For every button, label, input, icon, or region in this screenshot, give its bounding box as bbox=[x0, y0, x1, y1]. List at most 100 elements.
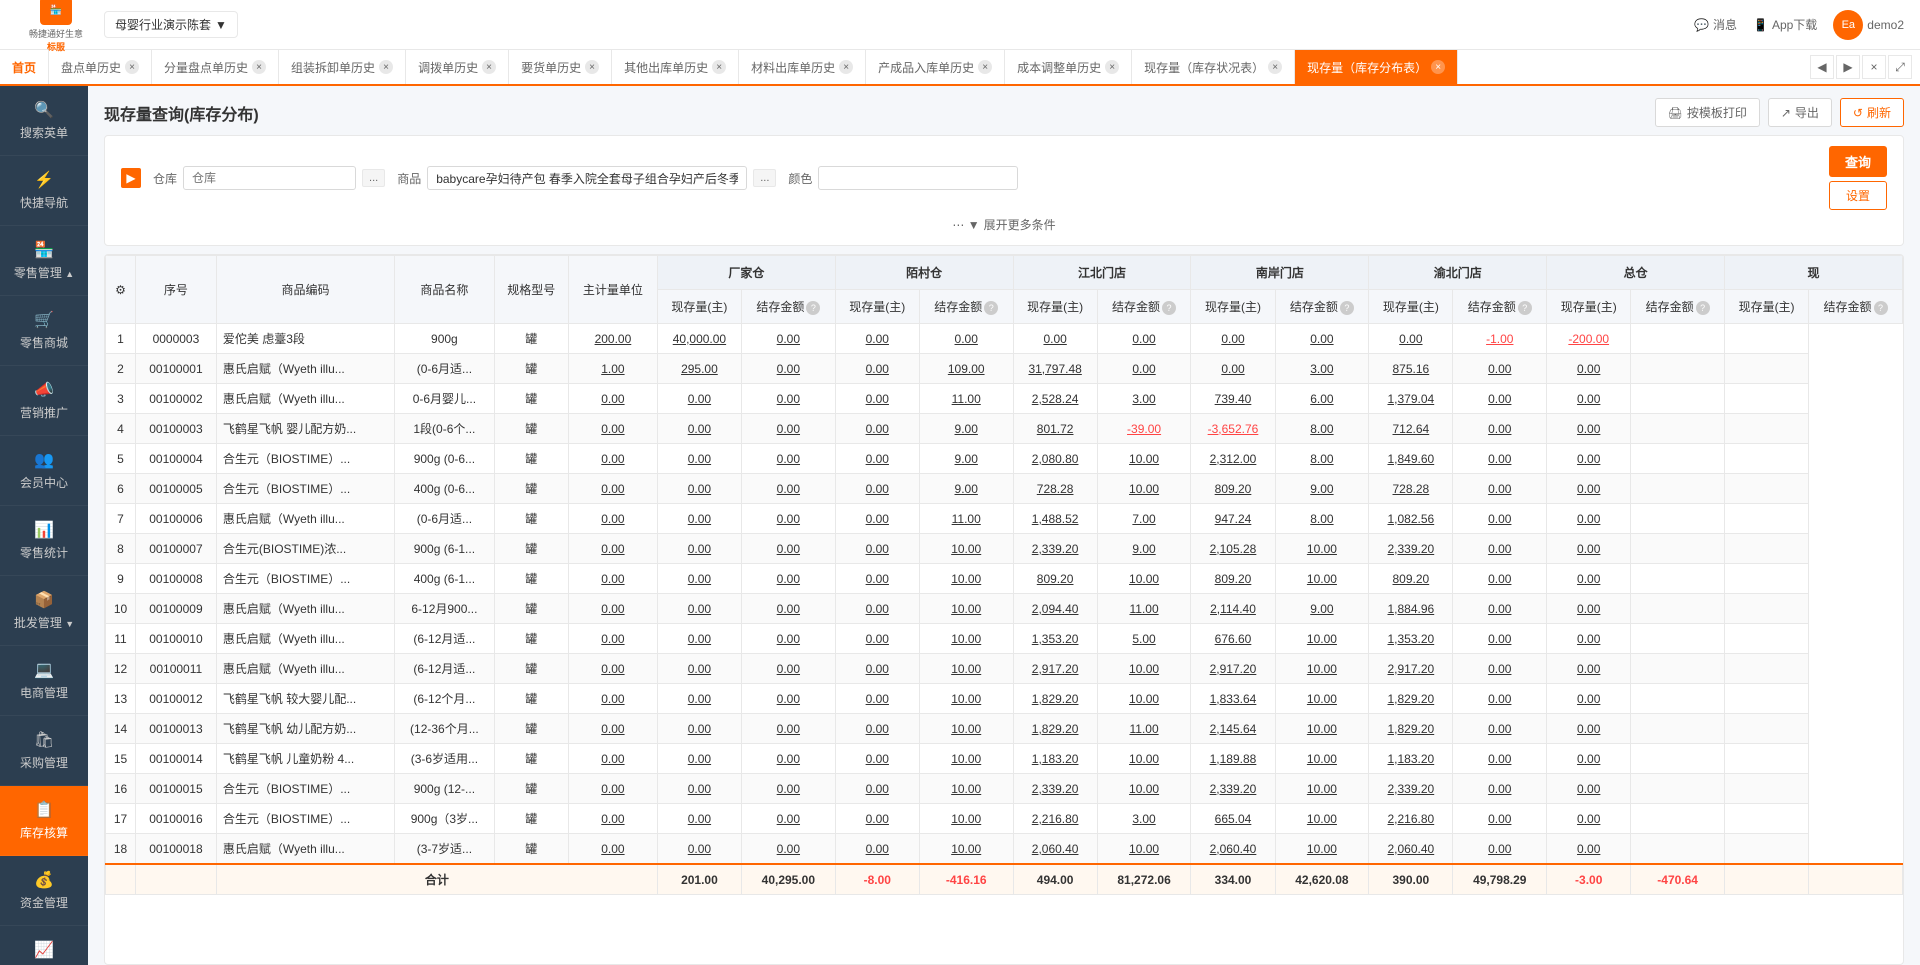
sidebar-item-retail-mall[interactable]: 🛒 零售商城 bbox=[0, 296, 88, 366]
table-cell[interactable]: 3.00 bbox=[1097, 384, 1191, 414]
table-cell[interactable]: 1,353.20 bbox=[1013, 624, 1097, 654]
industry-selector[interactable]: 母婴行业演示陈套 ▼ bbox=[104, 11, 238, 38]
warehouse-input[interactable] bbox=[183, 166, 356, 190]
table-cell[interactable]: 0.00 bbox=[568, 474, 657, 504]
table-cell[interactable]: 2,528.24 bbox=[1013, 384, 1097, 414]
table-cell[interactable]: 10.00 bbox=[919, 594, 1013, 624]
table-cell[interactable]: 1,189.88 bbox=[1191, 744, 1275, 774]
table-cell[interactable]: 0.00 bbox=[568, 654, 657, 684]
table-cell[interactable]: 8.00 bbox=[1275, 504, 1369, 534]
table-cell[interactable]: 0.00 bbox=[568, 384, 657, 414]
table-cell[interactable]: 10.00 bbox=[1097, 744, 1191, 774]
table-cell[interactable]: 1,829.20 bbox=[1013, 684, 1097, 714]
table-cell[interactable]: 2,917.20 bbox=[1369, 654, 1453, 684]
table-cell[interactable]: 0.00 bbox=[568, 564, 657, 594]
table-cell[interactable]: 0.00 bbox=[1013, 324, 1097, 354]
nav-close-btn[interactable]: × bbox=[1862, 55, 1886, 79]
sidebar-item-search[interactable]: 🔍 搜索英单 bbox=[0, 86, 88, 156]
table-cell[interactable]: 676.60 bbox=[1191, 624, 1275, 654]
table-cell[interactable]: 1,829.20 bbox=[1013, 714, 1097, 744]
user-area[interactable]: Ea demo2 bbox=[1833, 10, 1904, 40]
table-cell[interactable]: 2,339.20 bbox=[1013, 774, 1097, 804]
table-cell[interactable]: 0.00 bbox=[1453, 534, 1547, 564]
table-cell[interactable]: 2,216.80 bbox=[1369, 804, 1453, 834]
table-cell[interactable]: 0.00 bbox=[1097, 354, 1191, 384]
info-icon[interactable]: ? bbox=[1874, 301, 1888, 315]
table-cell[interactable]: 0.00 bbox=[568, 594, 657, 624]
table-cell[interactable]: 10.00 bbox=[1097, 684, 1191, 714]
filter-collapse-btn[interactable]: ▶ bbox=[121, 168, 141, 188]
sidebar-item-wholesale[interactable]: 📦 批发管理 ▼ bbox=[0, 576, 88, 646]
table-cell[interactable]: 10.00 bbox=[1097, 444, 1191, 474]
table-cell[interactable]: 10.00 bbox=[1275, 684, 1369, 714]
warehouse-select-btn[interactable]: ... bbox=[362, 169, 385, 187]
nav-prev-btn[interactable]: ◀ bbox=[1810, 55, 1834, 79]
table-cell[interactable]: 0.00 bbox=[835, 534, 919, 564]
table-cell[interactable]: 0.00 bbox=[741, 354, 835, 384]
table-cell[interactable]: 0.00 bbox=[568, 684, 657, 714]
table-cell[interactable]: 10.00 bbox=[1097, 774, 1191, 804]
table-cell[interactable]: 809.20 bbox=[1013, 564, 1097, 594]
table-cell[interactable]: 665.04 bbox=[1191, 804, 1275, 834]
query-button[interactable]: 查询 bbox=[1829, 146, 1887, 177]
table-cell[interactable]: 0.00 bbox=[568, 804, 657, 834]
sidebar-item-marketing[interactable]: 📣 营销推广 bbox=[0, 366, 88, 436]
table-cell[interactable]: 1,183.20 bbox=[1013, 744, 1097, 774]
table-cell[interactable]: 2,339.20 bbox=[1191, 774, 1275, 804]
table-cell[interactable]: 2,339.20 bbox=[1369, 774, 1453, 804]
table-cell[interactable]: 0.00 bbox=[741, 324, 835, 354]
sidebar-item-quick-nav[interactable]: ⚡ 快捷导航 bbox=[0, 156, 88, 226]
table-cell[interactable]: 1,884.96 bbox=[1369, 594, 1453, 624]
close-icon[interactable]: × bbox=[712, 60, 726, 74]
tab-material-out[interactable]: 材料出库单历史 × bbox=[739, 50, 866, 85]
table-cell[interactable]: 0.00 bbox=[1547, 594, 1631, 624]
info-icon[interactable]: ? bbox=[1696, 301, 1710, 315]
table-cell[interactable]: 2,339.20 bbox=[1369, 534, 1453, 564]
close-icon[interactable]: × bbox=[839, 60, 853, 74]
table-cell[interactable]: 10.00 bbox=[919, 624, 1013, 654]
tab-product-in[interactable]: 产成品入库单历史 × bbox=[866, 50, 1005, 85]
table-cell[interactable]: 0.00 bbox=[568, 744, 657, 774]
table-cell[interactable]: 728.28 bbox=[1369, 474, 1453, 504]
tab-requisition[interactable]: 要货单历史 × bbox=[509, 50, 612, 85]
table-cell[interactable]: 0.00 bbox=[1547, 744, 1631, 774]
table-cell[interactable]: 9.00 bbox=[919, 444, 1013, 474]
tab-other-out[interactable]: 其他出库单历史 × bbox=[612, 50, 739, 85]
table-cell[interactable]: 0.00 bbox=[657, 414, 741, 444]
table-cell[interactable]: 0.00 bbox=[568, 534, 657, 564]
table-cell[interactable]: 0.00 bbox=[741, 474, 835, 504]
table-cell[interactable]: 10.00 bbox=[1275, 564, 1369, 594]
expand-conditions-btn[interactable]: ⋯ ▼ 展开更多条件 bbox=[952, 216, 1055, 233]
table-cell[interactable]: 0.00 bbox=[568, 774, 657, 804]
table-cell[interactable]: 0.00 bbox=[1547, 444, 1631, 474]
table-cell[interactable]: 947.24 bbox=[1191, 504, 1275, 534]
table-cell[interactable]: 1,183.20 bbox=[1369, 744, 1453, 774]
table-cell[interactable]: 40,000.00 bbox=[657, 324, 741, 354]
table-cell[interactable]: 10.00 bbox=[1097, 564, 1191, 594]
table-cell[interactable]: 0.00 bbox=[1453, 774, 1547, 804]
close-icon[interactable]: × bbox=[978, 60, 992, 74]
table-cell[interactable]: 10.00 bbox=[919, 744, 1013, 774]
table-cell[interactable]: 0.00 bbox=[741, 564, 835, 594]
sidebar-item-finance[interactable]: 💰 资金管理 bbox=[0, 856, 88, 926]
table-cell[interactable]: 2,145.64 bbox=[1191, 714, 1275, 744]
table-cell[interactable]: 0.00 bbox=[741, 804, 835, 834]
table-cell[interactable]: 10.00 bbox=[1275, 834, 1369, 865]
export-button[interactable]: ↗ 导出 bbox=[1768, 98, 1832, 127]
table-cell[interactable]: 9.00 bbox=[919, 474, 1013, 504]
table-cell[interactable]: 0.00 bbox=[741, 744, 835, 774]
table-cell[interactable]: 0.00 bbox=[741, 684, 835, 714]
table-cell[interactable]: 0.00 bbox=[1547, 534, 1631, 564]
table-cell[interactable]: 0.00 bbox=[1453, 384, 1547, 414]
table-cell[interactable]: 0.00 bbox=[835, 324, 919, 354]
table-cell[interactable]: 10.00 bbox=[1275, 744, 1369, 774]
table-cell[interactable]: 11.00 bbox=[919, 504, 1013, 534]
print-button[interactable]: 🖨 按模板打印 bbox=[1655, 98, 1760, 127]
table-cell[interactable]: 10.00 bbox=[919, 684, 1013, 714]
table-cell[interactable]: 0.00 bbox=[568, 444, 657, 474]
table-cell[interactable]: 9.00 bbox=[1275, 594, 1369, 624]
sidebar-item-ecommerce[interactable]: 💻 电商管理 bbox=[0, 646, 88, 716]
table-cell[interactable]: 0.00 bbox=[657, 444, 741, 474]
table-cell[interactable]: 2,917.20 bbox=[1013, 654, 1097, 684]
color-input[interactable] bbox=[818, 166, 1018, 190]
